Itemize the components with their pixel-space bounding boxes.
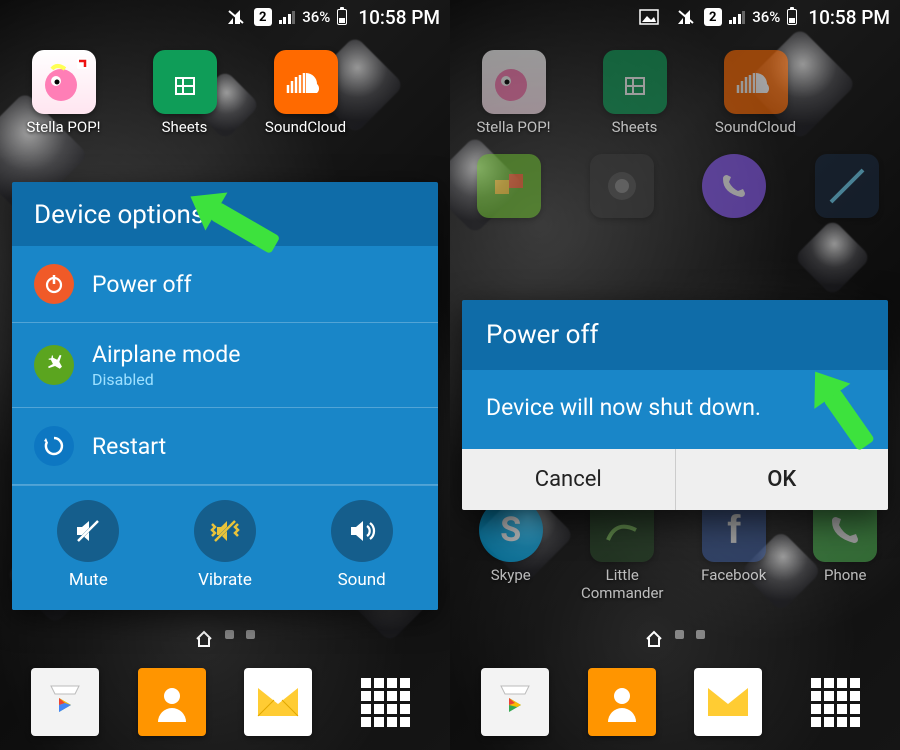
battery-icon [787,9,797,25]
app-viber[interactable] [691,154,778,218]
power-icon [34,264,74,304]
app-label: Phone [824,566,867,584]
home-screen-icons-row3: S Skype Little Commander f Facebook Phon… [450,498,900,602]
dock-mail[interactable] [244,668,312,736]
dock [450,668,900,736]
sim-badge: 2 [704,8,722,26]
app-label: SoundCloud [715,118,796,136]
cancel-button[interactable]: Cancel [462,449,676,510]
battery-pct: 36% [752,8,780,26]
clock: 10:58 PM [358,6,440,29]
battery-pct: 36% [302,8,330,26]
option-sub: Disabled [92,370,240,389]
app-label: Stella POP! [26,118,100,136]
dialog-body: Power off Airplane mode Disabled Resta [12,246,438,610]
dock-contacts[interactable] [138,668,206,736]
vibrate-button[interactable]: Vibrate [194,500,256,590]
app-facebook[interactable]: f Facebook [685,498,783,602]
sound-mode-row: Mute Vibrate Sound [12,485,438,610]
option-restart[interactable]: Restart [12,408,438,485]
battery-icon [337,9,347,25]
screenshot-icon [639,9,659,25]
app-label: Skype [491,566,531,584]
app-soundcloud[interactable]: SoundCloud [258,50,353,136]
option-label: Power off [92,271,192,298]
home-icon [195,630,213,648]
mute-button[interactable]: Mute [57,500,119,590]
app-sheets[interactable]: Sheets [587,50,682,136]
app-sheets[interactable]: Sheets [137,50,232,136]
option-airplane[interactable]: Airplane mode Disabled [12,323,438,408]
app-game2[interactable] [579,154,666,218]
app-label: Sheets [162,118,208,136]
home-icon [645,630,663,648]
airplane-icon [34,345,74,385]
vibrate-label: Vibrate [198,570,252,590]
dock-apps[interactable] [351,668,419,736]
poweroff-confirm-dialog: Power off Device will now shut down. Can… [462,300,888,510]
device-options-dialog: Device options Power off Airplane mode D… [12,182,438,610]
page-indicator[interactable] [0,630,450,648]
mute-icon [57,500,119,562]
no-signal-icon [227,9,247,25]
app-label: Stella POP! [476,118,550,136]
app-stella[interactable]: Stella POP! [16,50,111,136]
app-soundcloud[interactable]: SoundCloud [708,50,803,136]
sim-badge: 2 [254,8,272,26]
signal-icon [729,10,746,24]
app-photo[interactable] [804,154,891,218]
app-little-commander[interactable]: Little Commander [574,498,672,602]
option-power-off[interactable]: Power off [12,246,438,323]
app-phone[interactable]: Phone [797,498,895,602]
dock-playstore[interactable] [481,668,549,736]
app-label: SoundCloud [265,118,346,136]
dock-contacts[interactable] [588,668,656,736]
sound-label: Sound [338,570,386,590]
restart-icon [34,426,74,466]
home-screen-icons: Stella POP! Sheets SoundCloud [450,50,900,218]
app-game[interactable] [466,154,553,218]
option-label: Restart [92,433,166,460]
dock-apps[interactable] [801,668,869,736]
sound-button[interactable]: Sound [331,500,393,590]
page-indicator[interactable] [450,630,900,648]
app-stella[interactable]: Stella POP! [466,50,561,136]
status-bar: 2 36% 10:58 PM [450,0,900,34]
side-by-side-container: 2 36% 10:58 PM Stella POP! Sheets [0,0,900,750]
sound-icon [331,500,393,562]
clock: 10:58 PM [808,6,890,29]
app-label2: Commander [581,584,664,602]
app-label: Sheets [612,118,658,136]
mute-label: Mute [69,570,108,590]
dock-playstore[interactable] [31,668,99,736]
phone-left: 2 36% 10:58 PM Stella POP! Sheets [0,0,450,750]
app-label: Little [606,566,639,584]
signal-icon [279,10,296,24]
home-screen-icons: Stella POP! Sheets SoundCloud [0,50,450,136]
confirm-actions: Cancel OK [462,449,888,510]
app-label: Facebook [701,566,766,584]
status-bar: 2 36% 10:58 PM [0,0,450,34]
phone-right: 2 36% 10:58 PM Stella POP! Sheets SoundC… [450,0,900,750]
dock [0,668,450,736]
no-signal-icon [677,9,697,25]
ok-button[interactable]: OK [676,449,889,510]
confirm-title: Power off [462,300,888,370]
option-label: Airplane mode [92,341,240,368]
vibrate-icon [194,500,256,562]
app-skype[interactable]: S Skype [462,498,560,602]
dock-mail[interactable] [694,668,762,736]
